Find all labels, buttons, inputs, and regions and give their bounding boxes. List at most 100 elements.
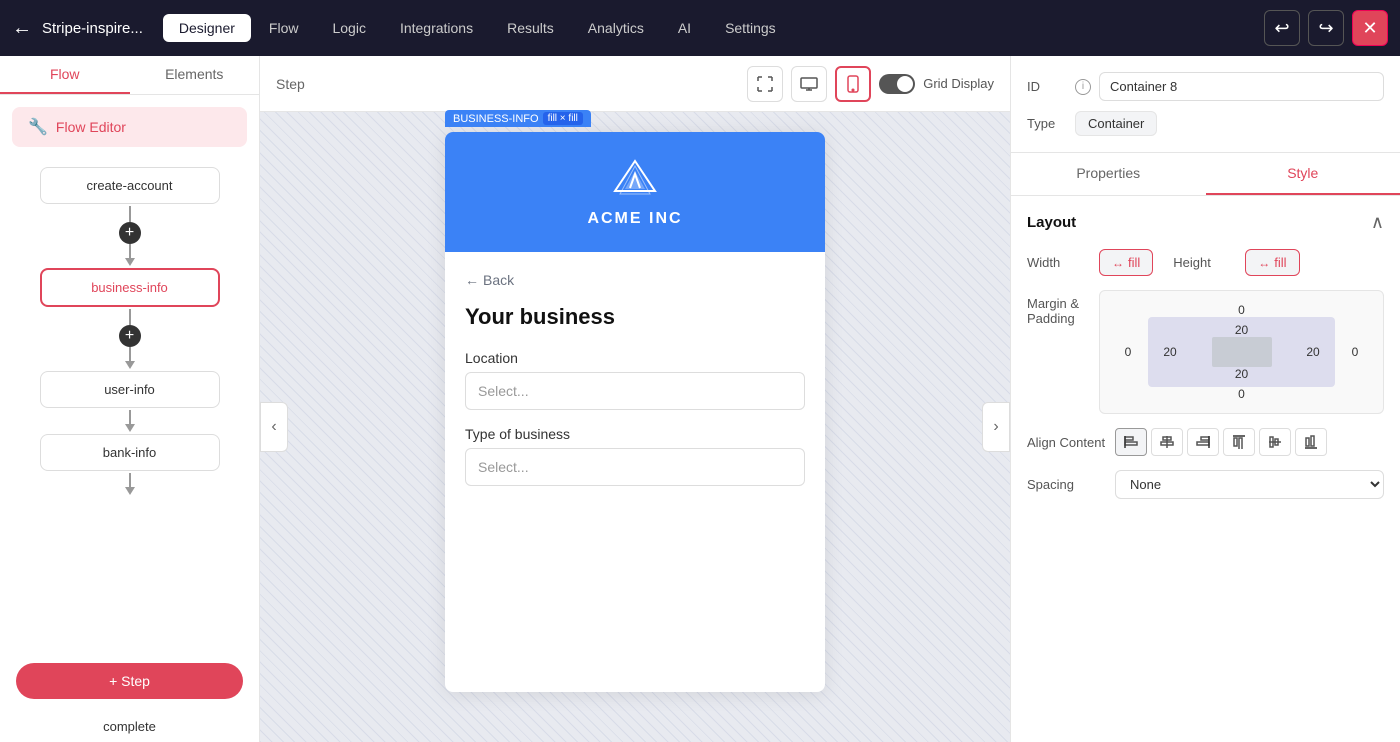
fullscreen-button[interactable] (747, 66, 783, 102)
form-body: ← Back Your business Location Select... … (445, 252, 825, 522)
panel-tabs: Properties Style (1011, 153, 1400, 196)
tab-flow[interactable]: Flow (0, 56, 130, 94)
flow-arrow (125, 424, 135, 432)
flow-node-business-info[interactable]: business-info (40, 268, 220, 307)
form-preview[interactable]: BUSINESS-INFO fill × fill (445, 132, 825, 692)
padding-bottom-input[interactable] (1222, 367, 1262, 381)
mobile-button[interactable] (835, 66, 871, 102)
nav-item-flow[interactable]: Flow (253, 14, 315, 42)
business-type-label: Type of business (465, 426, 805, 442)
nav-item-settings[interactable]: Settings (709, 14, 792, 42)
align-middle-button[interactable] (1259, 428, 1291, 456)
margin-top-input[interactable] (1222, 303, 1262, 317)
id-label: ID (1027, 79, 1067, 94)
nav-item-logic[interactable]: Logic (316, 14, 381, 42)
flow-arrow (125, 258, 135, 266)
canvas-nav-right[interactable]: › (982, 402, 1010, 452)
id-row: ID i Container 8 (1027, 72, 1384, 101)
align-content-row: Align Content (1027, 428, 1384, 456)
toggle-switch[interactable] (879, 74, 915, 94)
type-label: Type (1027, 116, 1067, 131)
desktop-button[interactable] (791, 66, 827, 102)
badge-name: BUSINESS-INFO (453, 113, 539, 125)
type-badge: Container (1075, 111, 1157, 136)
flow-items: create-account + business-info + user-in… (0, 159, 259, 651)
align-bottom-button[interactable] (1295, 428, 1327, 456)
align-center-button[interactable] (1151, 428, 1183, 456)
flow-arrow (125, 487, 135, 495)
width-value: fill (1128, 255, 1140, 270)
undo-button[interactable]: ↩ (1264, 10, 1300, 46)
right-panel: ID i Container 8 Type Container Properti… (1010, 56, 1400, 742)
padding-top-row (1154, 323, 1329, 337)
padding-top-input[interactable] (1222, 323, 1262, 337)
width-fill-button[interactable]: ↔ fill (1099, 249, 1153, 276)
nav-item-integrations[interactable]: Integrations (384, 14, 489, 42)
padding-right-input[interactable] (1297, 345, 1329, 359)
nav-item-analytics[interactable]: Analytics (572, 14, 660, 42)
spacing-select[interactable]: None (1115, 470, 1384, 499)
flow-editor-icon: 🔧 (28, 117, 48, 137)
nav-item-designer[interactable]: Designer (163, 14, 251, 42)
align-top-button[interactable] (1223, 428, 1255, 456)
tab-style[interactable]: Style (1206, 153, 1400, 195)
margin-bottom-row (1112, 387, 1371, 401)
flow-connector-4 (16, 473, 243, 495)
redo-button[interactable]: ↪ (1308, 10, 1344, 46)
nav-item-ai[interactable]: AI (662, 14, 707, 42)
align-right-button[interactable] (1187, 428, 1219, 456)
location-label: Location (465, 350, 805, 366)
grid-display-toggle[interactable]: Grid Display (879, 74, 994, 94)
acme-logo: ACME INC (587, 156, 682, 228)
height-value: fill (1274, 255, 1286, 270)
canvas-toolbar-icons: Grid Display (747, 66, 994, 102)
align-buttons (1115, 428, 1327, 456)
height-fill-button[interactable]: ↔ fill (1245, 249, 1299, 276)
location-select[interactable]: Select... (465, 372, 805, 410)
tab-elements[interactable]: Elements (130, 56, 260, 94)
flow-node-create-account[interactable]: create-account (40, 167, 220, 204)
step-label: Step (276, 76, 305, 92)
fill-arrow-icon: ↔ (1112, 256, 1124, 270)
margin-padding-box (1099, 290, 1384, 414)
nav-right: ↩ ↪ ✕ (1264, 10, 1388, 46)
selected-badge: BUSINESS-INFO fill × fill (445, 110, 591, 127)
canvas-nav-left[interactable]: ‹ (260, 402, 288, 452)
grid-display-label: Grid Display (923, 76, 994, 91)
close-button[interactable]: ✕ (1352, 10, 1388, 46)
back-link[interactable]: ← Back (465, 272, 805, 288)
tab-properties[interactable]: Properties (1011, 153, 1206, 195)
flow-editor-label: Flow Editor (56, 119, 126, 135)
margin-outer (1104, 295, 1379, 409)
margin-padding-label: Margin &Padding (1027, 290, 1087, 326)
flow-node-user-info[interactable]: user-info (40, 371, 220, 408)
complete-node-label: complete (0, 719, 259, 742)
add-step-button[interactable]: + Step (16, 663, 243, 699)
id-info-icon[interactable]: i (1075, 79, 1091, 95)
add-step-connector-1[interactable]: + (119, 222, 141, 244)
back-arrow-icon: ← (465, 272, 479, 288)
flow-editor-button[interactable]: 🔧 Flow Editor (12, 107, 247, 147)
canvas-body: ‹ BUSINESS-INFO fill × fill (260, 112, 1010, 742)
panel-content: Layout ∧ Width ↔ fill Height ↔ fill Marg… (1011, 196, 1400, 742)
collapse-button[interactable]: ∧ (1371, 212, 1384, 233)
acme-icon (610, 156, 660, 206)
padding-left-input[interactable] (1154, 345, 1186, 359)
flow-node-bank-info[interactable]: bank-info (40, 434, 220, 471)
margin-bottom-input[interactable] (1222, 387, 1262, 401)
type-row: Type Container (1027, 111, 1384, 136)
back-label: Back (483, 272, 514, 288)
flow-line (129, 206, 131, 222)
align-content-label: Align Content (1027, 435, 1107, 450)
add-step-connector-2[interactable]: + (119, 325, 141, 347)
align-left-button[interactable] (1115, 428, 1147, 456)
top-nav: ← Stripe-inspire... Designer Flow Logic … (0, 0, 1400, 56)
margin-right-input[interactable] (1339, 345, 1371, 359)
form-title: Your business (465, 304, 805, 330)
id-value: Container 8 (1099, 72, 1384, 101)
business-type-select[interactable]: Select... (465, 448, 805, 486)
nav-back-button[interactable]: ← (12, 17, 32, 40)
nav-item-results[interactable]: Results (491, 14, 570, 42)
margin-left-input[interactable] (1112, 345, 1144, 359)
flow-connector-2: + (16, 309, 243, 369)
